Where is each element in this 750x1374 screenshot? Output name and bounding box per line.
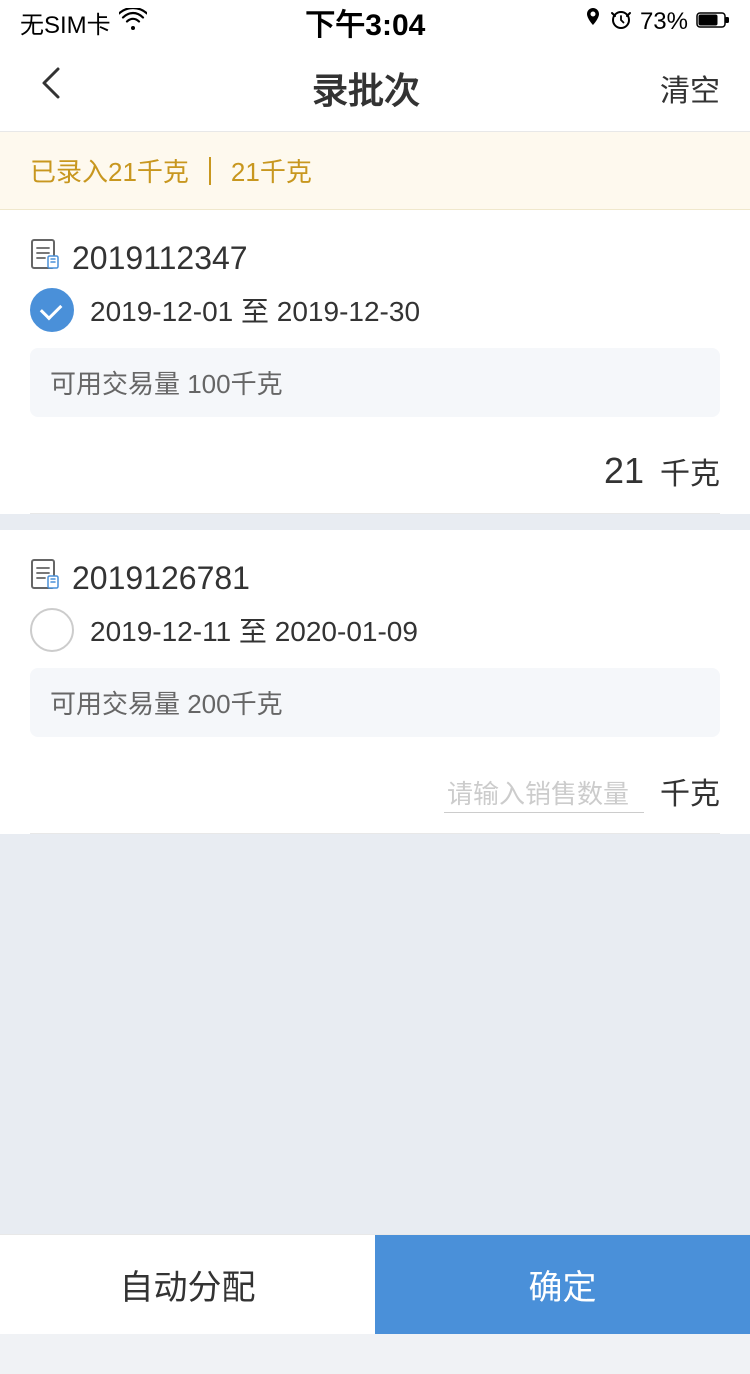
batch-doc-icon-1 bbox=[30, 238, 60, 278]
recorded-label: 已录入21千克 bbox=[30, 152, 189, 189]
status-time: 下午3:04 bbox=[305, 0, 425, 44]
batch-select-row-2[interactable]: 2019-12-11 至 2020-01-09 bbox=[0, 608, 750, 668]
availability-1: 可用交易量 100千克 bbox=[30, 348, 720, 417]
auto-distribute-button[interactable]: 自动分配 bbox=[0, 1235, 375, 1334]
status-left: 无SIM卡 bbox=[20, 5, 147, 40]
wifi-icon bbox=[119, 8, 147, 37]
batch-card-1: 2019112347 2019-12-01 至 2019-12-30 可用交易量… bbox=[0, 210, 750, 514]
section-divider bbox=[0, 514, 750, 530]
batch-header-2: 2019126781 bbox=[0, 530, 750, 608]
clear-button[interactable]: 清空 bbox=[660, 66, 720, 110]
alarm-icon bbox=[610, 8, 632, 37]
back-button[interactable] bbox=[30, 55, 72, 120]
availability-2: 可用交易量 200千克 bbox=[30, 668, 720, 737]
info-banner: 已录入21千克 21千克 bbox=[0, 132, 750, 210]
battery-text: 73% bbox=[640, 8, 688, 36]
banner-divider bbox=[209, 157, 211, 185]
battery-icon bbox=[696, 8, 730, 36]
radio-2[interactable] bbox=[30, 608, 74, 652]
batch-id-1: 2019112347 bbox=[72, 240, 248, 277]
quantity-row-1: 21 千克 bbox=[0, 433, 750, 513]
quantity-input-2[interactable] bbox=[444, 770, 644, 813]
batch-header-1: 2019112347 bbox=[0, 210, 750, 288]
bottom-bar: 自动分配 确定 bbox=[0, 1234, 750, 1334]
batch-doc-icon-2 bbox=[30, 558, 60, 598]
quantity-row-2: 千克 bbox=[0, 753, 750, 833]
batch-select-row-1[interactable]: 2019-12-01 至 2019-12-30 bbox=[0, 288, 750, 348]
page-title: 录批次 bbox=[312, 62, 420, 114]
batch-card-2: 2019126781 2019-12-11 至 2020-01-09 可用交易量… bbox=[0, 530, 750, 834]
status-right: 73% bbox=[584, 8, 730, 37]
location-icon bbox=[584, 8, 602, 37]
radio-1[interactable] bbox=[30, 288, 74, 332]
quantity-value-1: 21 bbox=[604, 450, 644, 492]
nav-bar: 录批次 清空 bbox=[0, 44, 750, 132]
bottom-space bbox=[0, 834, 750, 1274]
quantity-unit-2: 千克 bbox=[660, 769, 720, 813]
confirm-button[interactable]: 确定 bbox=[375, 1235, 750, 1334]
date-range-2: 2019-12-11 至 2020-01-09 bbox=[90, 610, 418, 650]
batch-id-2: 2019126781 bbox=[72, 560, 250, 597]
quantity-unit-1: 千克 bbox=[660, 449, 720, 493]
date-range-1: 2019-12-01 至 2019-12-30 bbox=[90, 290, 420, 330]
carrier-text: 无SIM卡 bbox=[20, 5, 111, 40]
recorded-value: 21千克 bbox=[231, 152, 312, 189]
status-bar: 无SIM卡 下午3:04 bbox=[0, 0, 750, 44]
